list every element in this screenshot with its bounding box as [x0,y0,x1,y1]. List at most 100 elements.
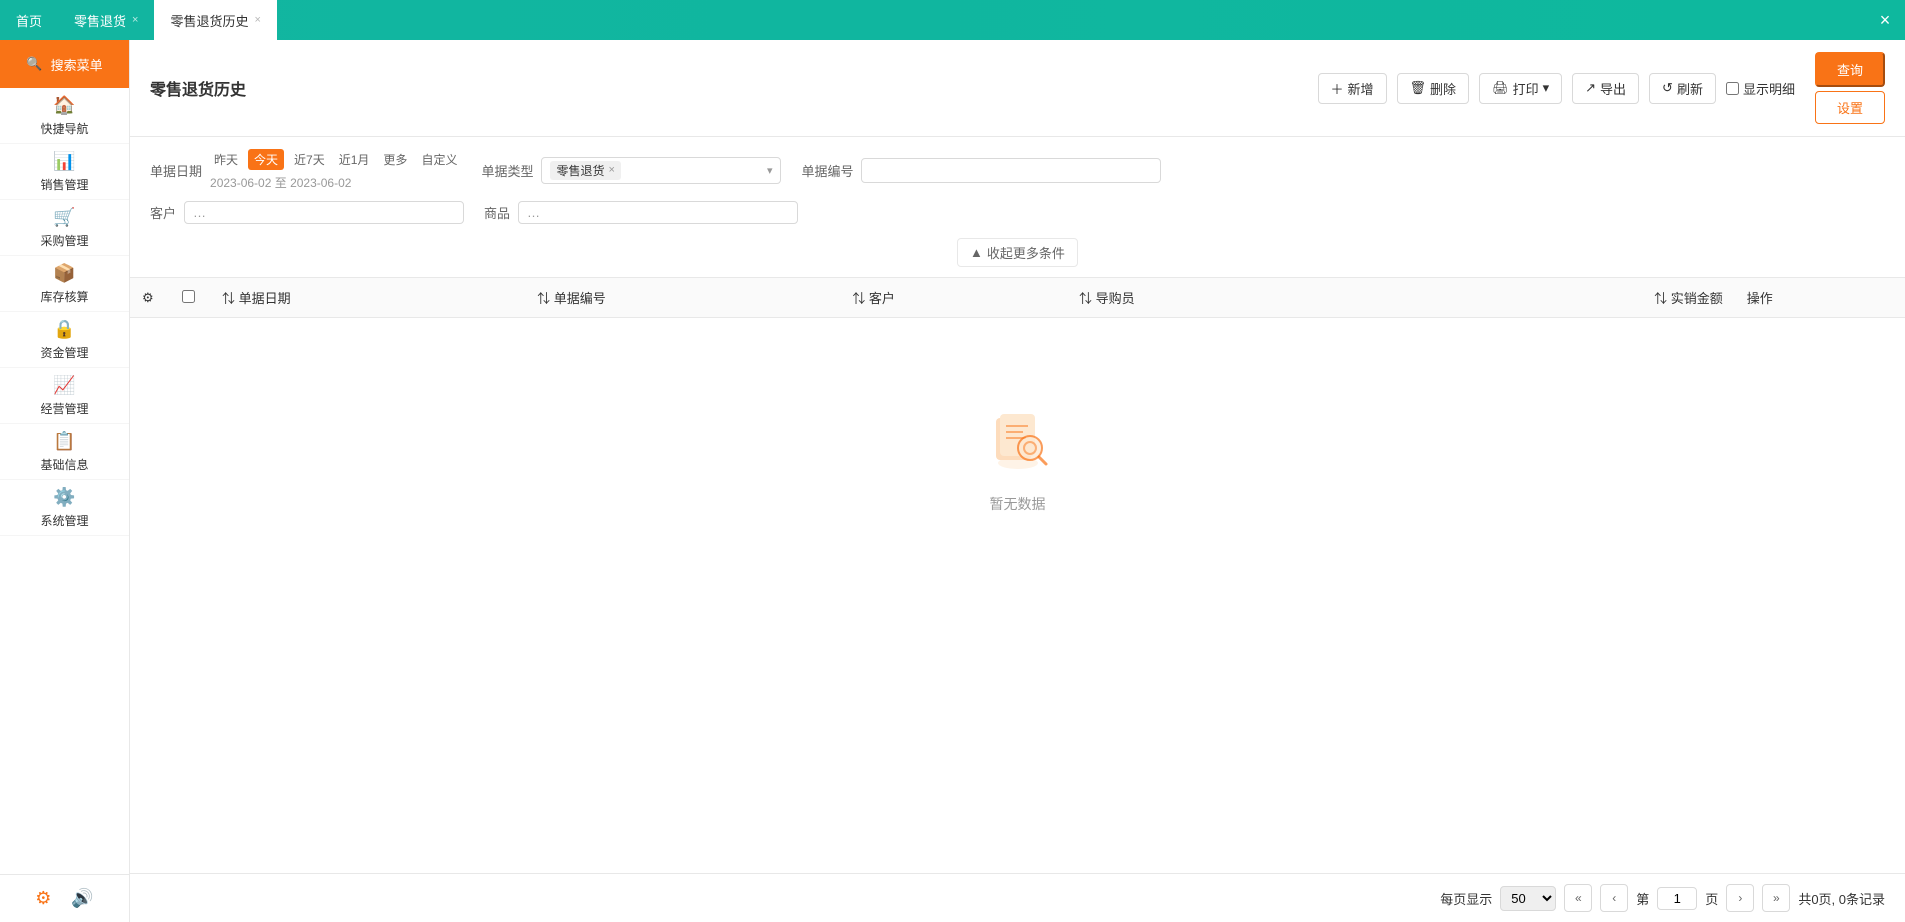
data-table: ⚙ ⇅ 单据日期 ⇅ 单据编号 ⇅ 客户 [130,277,1905,594]
goods-filter-item: 商品 … [484,201,798,224]
tab-home[interactable]: 首页 [0,0,58,40]
table-header: ⚙ ⇅ 单据日期 ⇅ 单据编号 ⇅ 客户 [130,278,1905,318]
tab-home-label: 首页 [16,11,42,30]
settings-bottom-icon[interactable]: ⚙ [35,888,51,909]
sidebar-item-system-label: 系统管理 [40,512,88,529]
date-yesterday[interactable]: 昨天 [210,149,242,170]
sidebar-item-quick-nav[interactable]: 🏠 快捷导航 [0,88,129,144]
sales-icon: 📊 [53,151,75,172]
window-close-button[interactable]: × [1865,0,1905,40]
customer-selector[interactable]: … [184,201,464,224]
sidebar: 🔍 搜索菜单 🏠 快捷导航 📊 销售管理 🛒 采购管理 📦 库存核算 🔒 资金管… [0,40,130,922]
tab-retail-return[interactable]: 零售退货 × [58,0,154,40]
sidebar-search[interactable]: 🔍 搜索菜单 [0,40,129,88]
page-number-input[interactable] [1657,887,1697,910]
next-page-button[interactable]: › [1726,884,1754,912]
refresh-button-label: 刷新 [1677,79,1703,98]
search-icon: 🔍 [26,56,42,72]
new-button-label: 新增 [1348,79,1374,98]
pagination-bar: 每页显示 10 20 50 100 « ‹ 第 页 › » 共0页, 0条记录 [130,873,1905,922]
sidebar-item-operations[interactable]: 📈 经营管理 [0,368,129,424]
export-icon: ↗ [1585,80,1596,96]
select-all-checkbox[interactable] [182,290,195,303]
th-checkbox [170,278,210,318]
page-word-label: 第 [1636,889,1649,908]
table-body: 暂无数据 [130,318,1905,595]
collapse-arrow-icon: ▲ [970,245,983,260]
settings-button[interactable]: 设置 [1815,91,1885,124]
sidebar-item-purchase-label: 采购管理 [40,232,88,249]
th-guide[interactable]: ⇅ 导购员 [1067,278,1338,318]
th-column-settings[interactable]: ⚙ [130,278,170,318]
goods-ellipsis: … [527,205,540,220]
customer-ellipsis: … [193,205,206,220]
page-actions: ＋ 新增 🗑 删除 🖨 打印 ▾ ↗ 导出 [1318,52,1886,124]
sidebar-item-inventory[interactable]: 📦 库存核算 [0,256,129,312]
tab-list: 首页 零售退货 × 零售退货历史 × [0,0,1865,40]
date-7days[interactable]: 近7天 [290,149,329,170]
sidebar-item-sales[interactable]: 📊 销售管理 [0,144,129,200]
sidebar-item-finance[interactable]: 🔒 资金管理 [0,312,129,368]
empty-state: 暂无数据 [130,318,1905,594]
per-page-select[interactable]: 10 20 50 100 [1500,886,1556,911]
bill-type-label: 单据类型 [481,161,533,180]
th-customer[interactable]: ⇅ 客户 [840,278,1067,318]
tab-retail-return-history[interactable]: 零售退货历史 × [154,0,276,40]
date-filter-label: 单据日期 [150,161,202,180]
print-icon: 🖨 [1492,80,1509,96]
sidebar-item-basic-info[interactable]: 📋 基础信息 [0,424,129,480]
empty-state-text: 暂无数据 [990,494,1046,514]
date-today[interactable]: 今天 [248,149,284,170]
sidebar-item-purchase[interactable]: 🛒 采购管理 [0,200,129,256]
refresh-button[interactable]: ↺ 刷新 [1649,73,1716,104]
th-bill-no-label: ⇅ 单据编号 [537,291,606,306]
purchase-icon: 🛒 [53,207,75,228]
last-page-icon: » [1773,891,1780,905]
bill-type-filter-item: 单据类型 零售退货 × ▾ [481,157,781,184]
show-detail-checkbox-wrapper[interactable]: 显示明细 [1726,79,1795,98]
bill-type-dropdown-arrow: ▾ [767,164,773,177]
th-bill-date[interactable]: ⇅ 单据日期 [210,278,525,318]
th-actions-label: 操作 [1747,291,1773,306]
collapse-filter-button[interactable]: ▲ 收起更多条件 [957,238,1078,267]
refresh-icon: ↺ [1662,80,1673,96]
first-page-button[interactable]: « [1564,884,1592,912]
last-page-button[interactable]: » [1762,884,1790,912]
th-customer-label: ⇅ 客户 [852,291,895,306]
bill-no-filter-item: 单据编号 [801,158,1161,183]
show-detail-label: 显示明细 [1743,79,1795,98]
th-bill-date-label: ⇅ 单据日期 [222,291,291,306]
empty-state-icon [978,398,1058,478]
sidebar-item-system[interactable]: ⚙️ 系统管理 [0,480,129,536]
th-spacer [1338,278,1420,318]
goods-selector[interactable]: … [518,201,798,224]
customer-label: 客户 [150,203,176,222]
sidebar-item-basic-info-label: 基础信息 [40,456,88,473]
bill-type-tag: 零售退货 × [550,161,620,180]
date-more[interactable]: 更多 [379,149,411,170]
tab-retail-return-history-close[interactable]: × [254,14,260,26]
inventory-icon: 📦 [53,263,75,284]
date-custom[interactable]: 自定义 [417,149,461,170]
bill-type-selector[interactable]: 零售退货 × ▾ [541,157,781,184]
customer-filter-item: 客户 … [150,201,464,224]
query-button[interactable]: 查询 [1815,52,1885,87]
top-navigation-bar: 首页 零售退货 × 零售退货历史 × × [0,0,1905,40]
delete-button[interactable]: 🗑 删除 [1397,73,1470,104]
bill-no-input[interactable] [861,158,1161,183]
home-icon: 🏠 [53,95,75,116]
show-detail-checkbox[interactable] [1726,82,1739,95]
th-bill-no[interactable]: ⇅ 单据编号 [525,278,840,318]
th-amount[interactable]: ⇅ 实销金额 [1420,278,1735,318]
bill-type-tag-close[interactable]: × [608,164,614,176]
page-title: 零售退货历史 [150,76,246,100]
speaker-bottom-icon[interactable]: 🔊 [71,888,93,909]
date-1month[interactable]: 近1月 [335,149,374,170]
export-button[interactable]: ↗ 导出 [1572,73,1639,104]
export-button-label: 导出 [1600,79,1626,98]
tab-retail-return-close[interactable]: × [132,14,138,26]
print-button[interactable]: 🖨 打印 ▾ [1479,73,1562,104]
content-main: 零售退货历史 ＋ 新增 🗑 删除 🖨 打印 ▾ [130,40,1905,922]
new-button[interactable]: ＋ 新增 [1318,73,1387,104]
prev-page-button[interactable]: ‹ [1600,884,1628,912]
